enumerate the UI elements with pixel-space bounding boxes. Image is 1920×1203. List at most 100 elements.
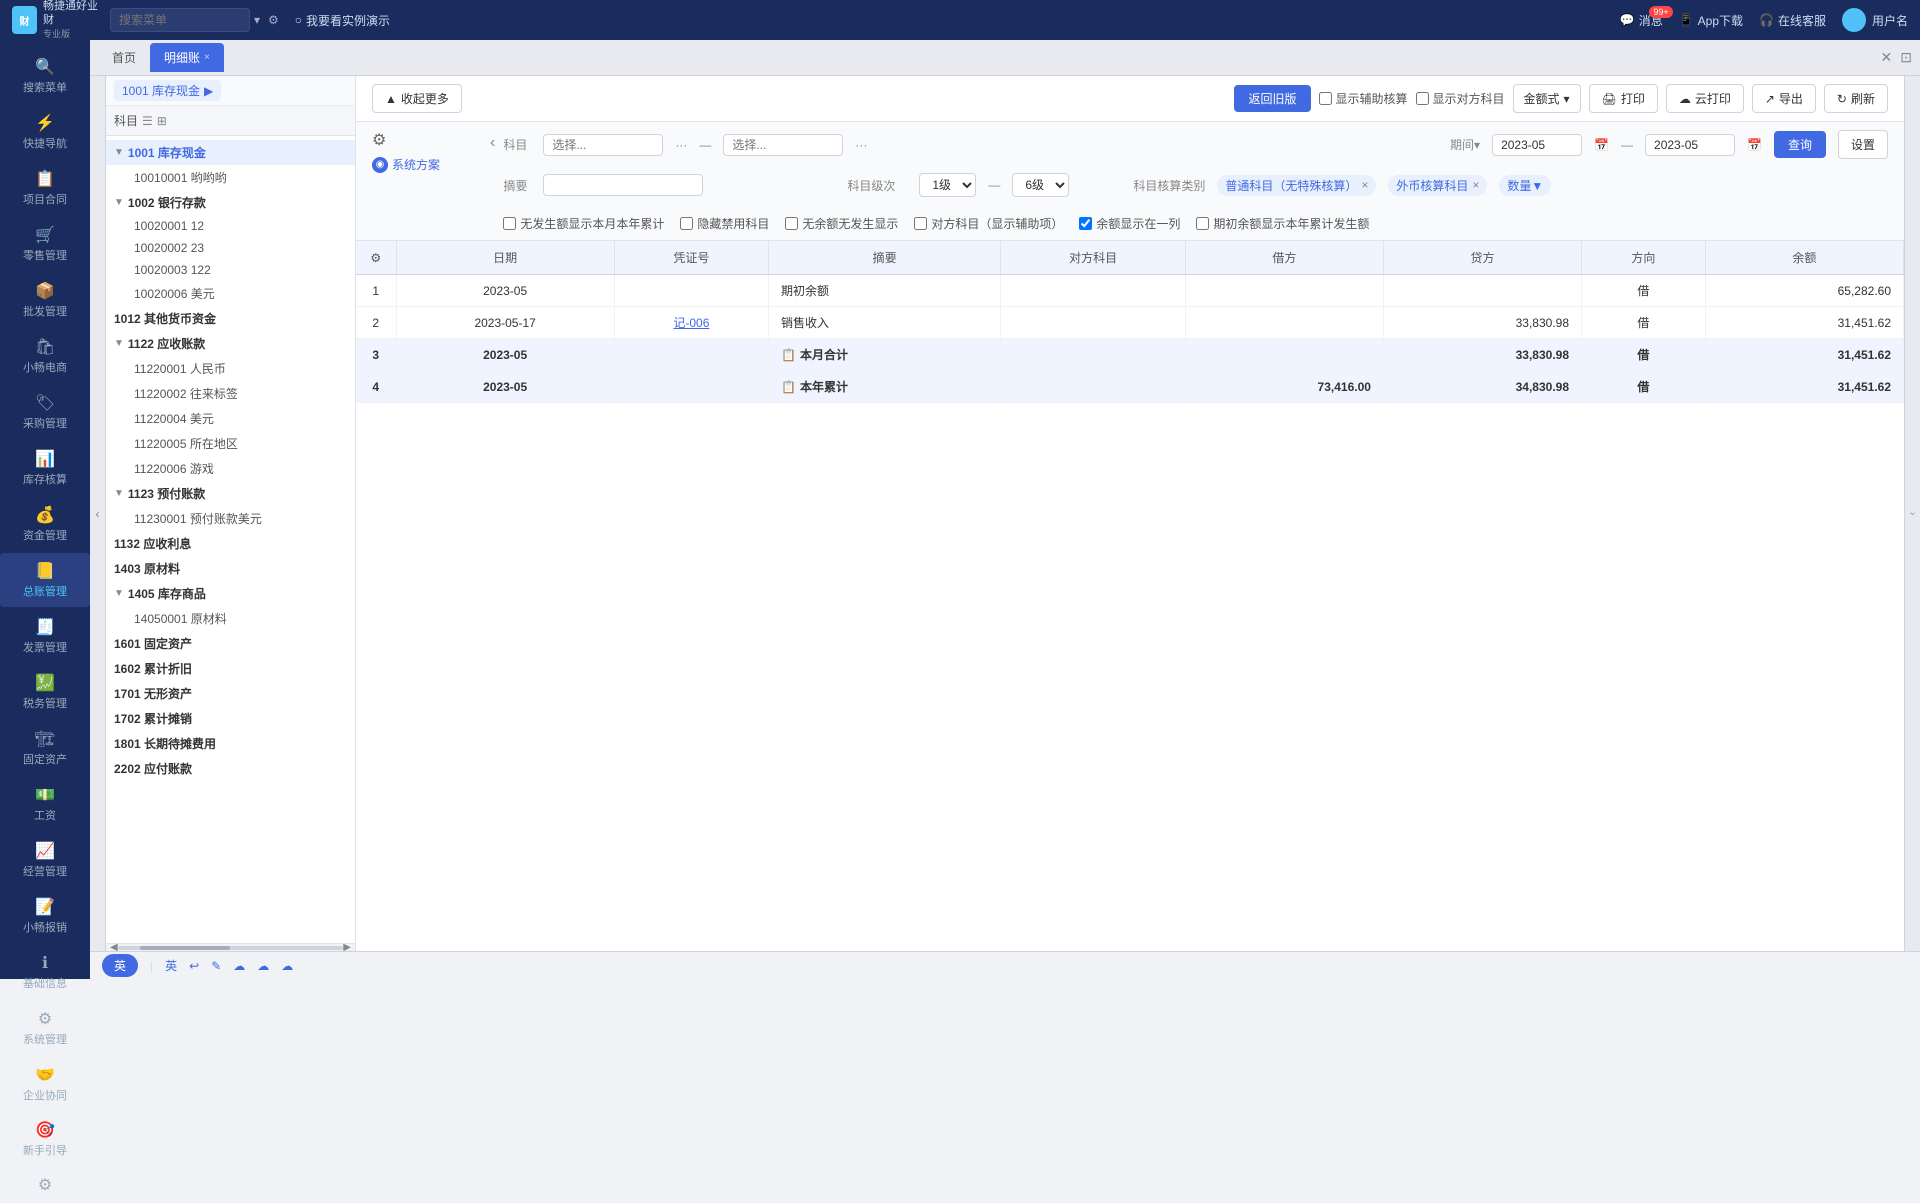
tag-normal-close[interactable]: ×: [1361, 178, 1368, 192]
query-button[interactable]: 查询: [1774, 131, 1826, 158]
show-aux-calc-checkbox[interactable]: 显示辅助核算: [1319, 90, 1408, 107]
cb-balance-one-col[interactable]: 余额显示在一列: [1079, 215, 1180, 232]
sidebar-item-guide[interactable]: 🎯 新手引导: [0, 1112, 90, 1166]
cb-no-amount[interactable]: 无发生额显示本月本年累计: [503, 215, 664, 232]
subject-filter-to-input[interactable]: [723, 134, 843, 156]
tag-foreign-close[interactable]: ×: [1472, 178, 1479, 192]
tree-item-1701[interactable]: 1701 无形资产: [106, 681, 355, 706]
status-icon-cloud1[interactable]: ☁: [233, 959, 245, 973]
scroll-right-icon[interactable]: ▶: [343, 942, 351, 951]
tree-item-14050001[interactable]: 14050001 原材料: [106, 606, 355, 631]
sidebar-item-collab[interactable]: 🤝 企业协同: [0, 1057, 90, 1111]
scroll-left-icon[interactable]: ◀: [110, 942, 118, 951]
sidebar-gear-button[interactable]: ⚙: [30, 1167, 60, 1203]
tab-close-icon[interactable]: ×: [204, 52, 210, 63]
tree-item-1132[interactable]: 1132 应收利息: [106, 531, 355, 556]
sidebar-item-ecommerce[interactable]: 🛍 小畅电商: [0, 329, 90, 383]
user-menu[interactable]: 用户名: [1842, 8, 1908, 32]
search-dropdown-icon[interactable]: ▾: [254, 13, 260, 27]
status-icon-1[interactable]: 英: [165, 957, 177, 974]
period-from-input[interactable]: [1492, 134, 1582, 156]
window-close-icon[interactable]: ✕: [1881, 49, 1893, 66]
subject-filter-input[interactable]: [543, 134, 663, 156]
breadcrumb-tag[interactable]: 1001 库存现金 ▶: [114, 80, 221, 101]
export-button[interactable]: ↗ 导出: [1752, 84, 1816, 113]
cb-no-balance[interactable]: 无余额无发生显示: [785, 215, 898, 232]
gold-mode-button[interactable]: 金额式 ▾: [1513, 84, 1581, 113]
tree-item-1403[interactable]: 1403 原材料: [106, 556, 355, 581]
tree-item-1801[interactable]: 1801 长期待摊费用: [106, 731, 355, 756]
status-icon-edit[interactable]: ✎: [211, 959, 221, 973]
print-button[interactable]: 🖨 打印: [1589, 84, 1658, 113]
col-settings[interactable]: ⚙: [356, 241, 396, 275]
sidebar-item-invoice[interactable]: 🧾 发票管理: [0, 609, 90, 663]
query-settings-icon[interactable]: ⚙: [372, 130, 482, 150]
tab-home[interactable]: 首页: [98, 43, 150, 72]
tree-item-1702[interactable]: 1702 累计摊销: [106, 706, 355, 731]
tree-item-11230001[interactable]: 11230001 预付账款美元: [106, 506, 355, 531]
status-icon-cloud3[interactable]: ☁: [281, 959, 293, 973]
period-cal-icon[interactable]: 📅: [1594, 138, 1609, 152]
tree-list-icon[interactable]: ☰: [142, 114, 153, 128]
tree-item-1012[interactable]: 1012 其他货币资金: [106, 306, 355, 331]
sidebar-item-retail[interactable]: 🛒 零售管理: [0, 217, 90, 271]
tree-item-10020003[interactable]: 10020003 122: [106, 259, 355, 281]
tree-item-11220001[interactable]: 11220001 人民币: [106, 356, 355, 381]
filter-tag-quantity[interactable]: 数量▼: [1499, 175, 1551, 196]
summary-filter-input[interactable]: [543, 174, 703, 196]
sidebar-item-operations[interactable]: 📈 经营管理: [0, 833, 90, 887]
level-from-select[interactable]: 1级2级3级4级5级6级: [919, 173, 976, 197]
tree-item-10020006[interactable]: 10020006 美元: [106, 281, 355, 306]
scheme-link[interactable]: ◉ 系统方案: [372, 156, 482, 173]
tree-item-11220005[interactable]: 11220005 所在地区: [106, 431, 355, 456]
sidebar-item-fixed-assets[interactable]: 🏗 固定资产: [0, 721, 90, 775]
status-icon-cloud2[interactable]: ☁: [257, 959, 269, 973]
tree-item-1001[interactable]: ▼ 1001 库存现金: [106, 140, 355, 165]
sidebar-item-system[interactable]: ⚙ 系统管理: [0, 1001, 90, 1055]
window-maximize-icon[interactable]: ⊡: [1900, 49, 1912, 66]
tree-item-1601[interactable]: 1601 固定资产: [106, 631, 355, 656]
tab-detail[interactable]: 明细账 ×: [150, 43, 224, 72]
sidebar-item-search[interactable]: 🔍 搜索菜单: [0, 49, 90, 103]
tree-item-2202[interactable]: 2202 应付账款: [106, 756, 355, 781]
collapse-more-button[interactable]: ▲ 收起更多: [372, 84, 462, 113]
back-old-version-button[interactable]: 返回旧版: [1234, 85, 1310, 112]
period-to-input[interactable]: [1645, 134, 1735, 156]
right-edge-panel[interactable]: ›: [1904, 76, 1920, 951]
cb-opening-ytd[interactable]: 期初余额显示本年累计发生额: [1196, 215, 1369, 232]
sidebar-item-basic-info[interactable]: ℹ 基础信息: [0, 945, 90, 999]
status-icon-undo[interactable]: ↩: [189, 959, 199, 973]
tree-item-1405[interactable]: ▼ 1405 库存商品: [106, 581, 355, 606]
lang-switch-button[interactable]: 英: [102, 954, 138, 977]
voucher-link[interactable]: 记-006: [673, 316, 709, 330]
tree-item-10010001[interactable]: 10010001 哟哟哟: [106, 165, 355, 190]
message-button[interactable]: 💬 消息 99+: [1620, 12, 1663, 29]
refresh-button[interactable]: ↻ 刷新: [1824, 84, 1888, 113]
cb-hide-disabled[interactable]: 隐藏禁用科目: [680, 215, 769, 232]
tree-item-1002[interactable]: ▼ 1002 银行存款: [106, 190, 355, 215]
period-cal2-icon[interactable]: 📅: [1747, 138, 1762, 152]
sidebar-item-inventory[interactable]: 📊 库存核算: [0, 441, 90, 495]
tree-panel-toggle[interactable]: ‹: [90, 76, 106, 951]
sidebar-item-quick-nav[interactable]: ⚡ 快捷导航: [0, 105, 90, 159]
tree-item-11220004[interactable]: 11220004 美元: [106, 406, 355, 431]
tree-item-10020001[interactable]: 10020001 12: [106, 215, 355, 237]
app-download-button[interactable]: 📱 App下载: [1679, 12, 1743, 29]
cb-contra-aux[interactable]: 对方科目（显示辅助项）: [914, 215, 1063, 232]
topbar-search-input[interactable]: [110, 8, 250, 32]
online-service-button[interactable]: 🎧 在线客服: [1759, 12, 1826, 29]
settings-icon[interactable]: ⚙: [268, 13, 279, 27]
filter-tag-normal[interactable]: 普通科目（无特殊核算） ×: [1217, 175, 1376, 196]
sidebar-item-expense[interactable]: 📝 小畅报销: [0, 889, 90, 943]
sidebar-item-ledger[interactable]: 📒 总账管理: [0, 553, 90, 607]
sidebar-item-tax[interactable]: 💹 税务管理: [0, 665, 90, 719]
sidebar-item-purchase[interactable]: 🏷 采购管理: [0, 385, 90, 439]
tree-item-11220006[interactable]: 11220006 游戏: [106, 456, 355, 481]
filter-tag-foreign[interactable]: 外币核算科目 ×: [1388, 175, 1487, 196]
show-contra-checkbox[interactable]: 显示对方科目: [1416, 90, 1505, 107]
tree-item-1602[interactable]: 1602 累计折旧: [106, 656, 355, 681]
collapse-arrow[interactable]: ‹: [490, 130, 495, 152]
sidebar-item-wholesale[interactable]: 📦 批发管理: [0, 273, 90, 327]
sidebar-item-finance[interactable]: 💰 资金管理: [0, 497, 90, 551]
tree-item-1122[interactable]: ▼ 1122 应收账款: [106, 331, 355, 356]
